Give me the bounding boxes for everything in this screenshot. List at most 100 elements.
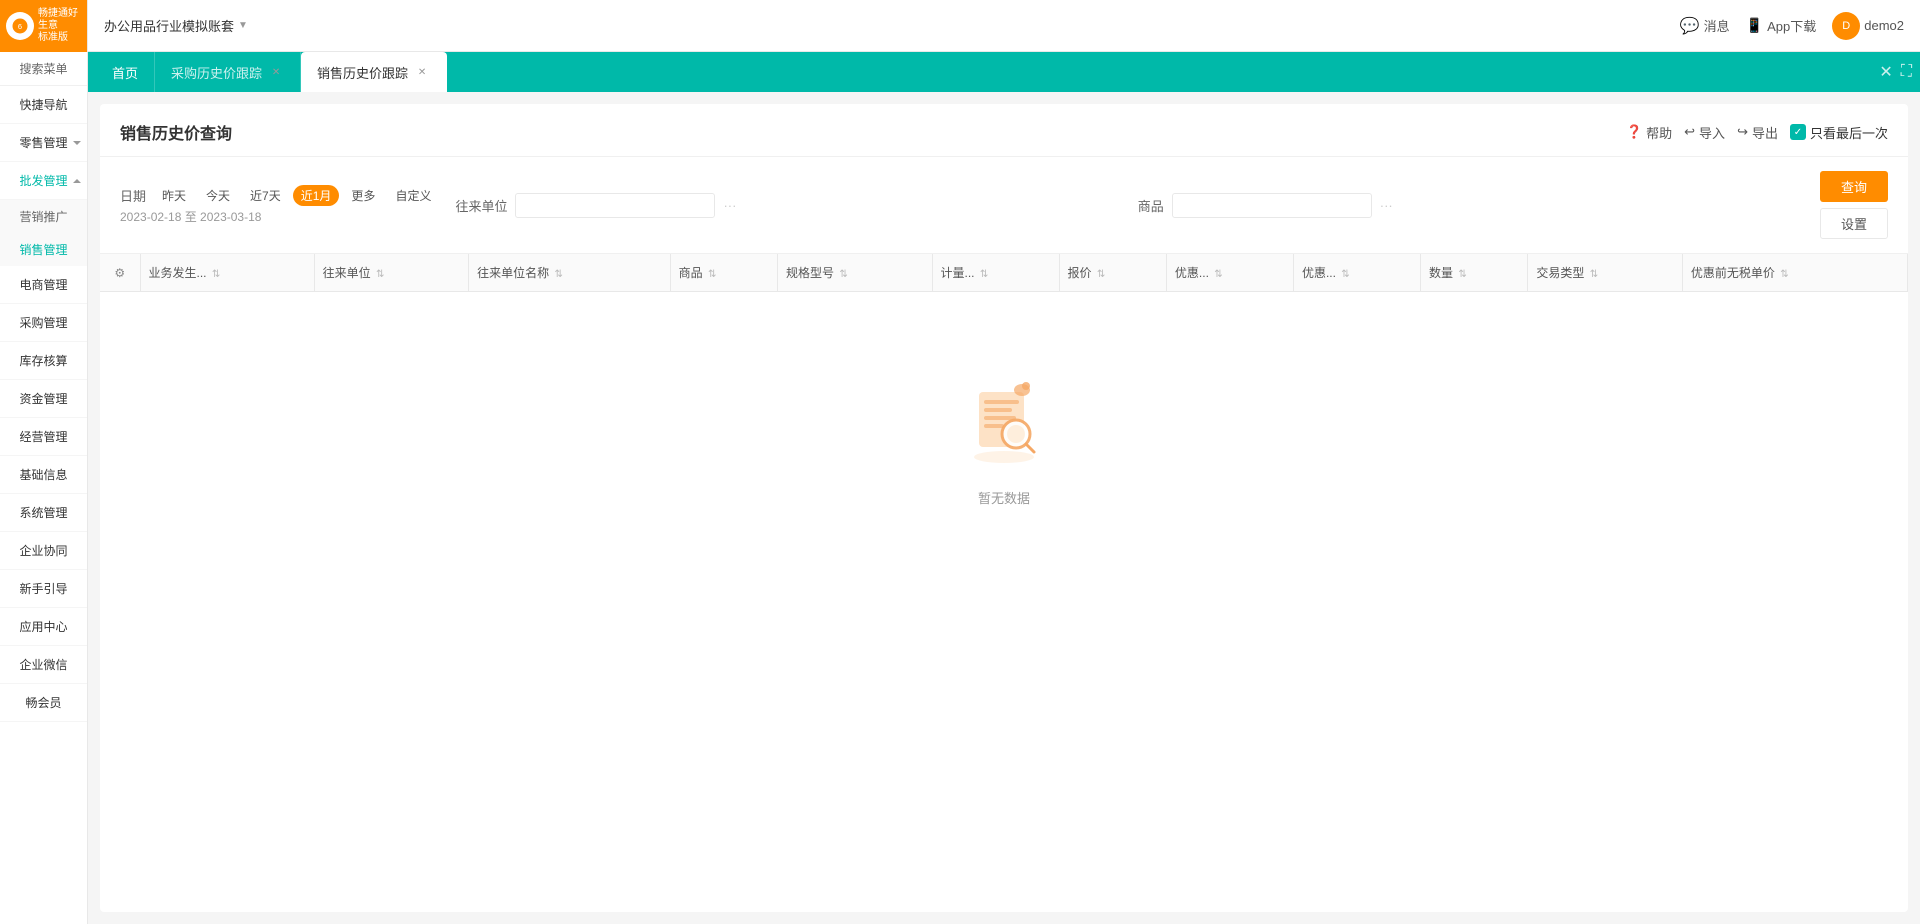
col-spec[interactable]: 规格型号 ⇅ bbox=[778, 254, 932, 292]
help-button[interactable]: ❓ 帮助 bbox=[1626, 123, 1672, 142]
date-filter-group: 日期 昨天 今天 近7天 近1月 更多 自定义 2023-02-18 至 202… bbox=[120, 185, 439, 225]
sidebar-item-guide[interactable]: 新手引导 bbox=[0, 570, 87, 608]
sidebar-item-quick-nav[interactable]: 快捷导航 bbox=[0, 86, 87, 124]
gear-icon[interactable]: ⚙ bbox=[114, 266, 125, 280]
sidebar-item-sales[interactable]: 销售管理 bbox=[0, 233, 87, 266]
empty-text: 暂无数据 bbox=[978, 488, 1030, 507]
partner-input[interactable] bbox=[515, 193, 715, 218]
sort-icon: ⇅ bbox=[554, 269, 562, 280]
purchase-history-tab-close[interactable]: ✕ bbox=[268, 64, 284, 80]
sales-history-tab-close[interactable]: ✕ bbox=[414, 64, 430, 80]
sidebar-item-label: 畅会员 bbox=[25, 694, 61, 711]
settings-button[interactable]: 设置 bbox=[1820, 208, 1888, 239]
sidebar-search[interactable]: 搜索菜单 bbox=[0, 52, 87, 86]
product-label: 商品 bbox=[1138, 196, 1164, 215]
maximize-button[interactable]: ⛶ bbox=[1901, 63, 1912, 81]
col-spec-label: 规格型号 bbox=[786, 266, 834, 280]
only-last-checkbox[interactable]: ✓ 只看最后一次 bbox=[1790, 123, 1888, 142]
date-option-last7[interactable]: 近7天 bbox=[242, 185, 289, 206]
main-area: 办公用品行业模拟账套 ▼ 💬 消息 📱 App下载 D demo2 首页 采购历… bbox=[88, 0, 1920, 924]
col-biz-date-label: 业务发生... bbox=[149, 266, 207, 280]
date-option-more[interactable]: 更多 bbox=[343, 185, 383, 206]
date-option-custom[interactable]: 自定义 bbox=[387, 185, 439, 206]
message-action[interactable]: 💬 消息 bbox=[1680, 16, 1730, 36]
app-download-action[interactable]: 📱 App下载 bbox=[1746, 16, 1817, 35]
help-label: 帮助 bbox=[1646, 123, 1672, 142]
sales-history-tab-label: 销售历史价跟踪 bbox=[317, 63, 408, 82]
sidebar-item-operation[interactable]: 经营管理 bbox=[0, 418, 87, 456]
sidebar-item-retail[interactable]: 零售管理 bbox=[0, 124, 87, 162]
tab-home[interactable]: 首页 bbox=[96, 52, 155, 92]
sort-icon: ⇅ bbox=[839, 269, 847, 280]
sort-icon: ⇅ bbox=[1458, 269, 1466, 280]
product-filter-group: 商品 ··· bbox=[1138, 193, 1804, 218]
sort-icon: ⇅ bbox=[1341, 269, 1349, 280]
col-product[interactable]: 商品 ⇅ bbox=[670, 254, 777, 292]
col-quantity[interactable]: 数量 ⇅ bbox=[1420, 254, 1527, 292]
sidebar-item-label: 企业微信 bbox=[19, 656, 67, 673]
sidebar-item-ecommerce[interactable]: 电商管理 bbox=[0, 266, 87, 304]
date-range-display: 2023-02-18 至 2023-03-18 bbox=[120, 208, 439, 225]
col-unit[interactable]: 计量... ⇅ bbox=[932, 254, 1059, 292]
date-option-yesterday[interactable]: 昨天 bbox=[154, 185, 194, 206]
industry-selector[interactable]: 办公用品行业模拟账套 ▼ bbox=[104, 16, 248, 35]
col-quantity-label: 数量 bbox=[1429, 266, 1453, 280]
col-biz-date[interactable]: 业务发生... ⇅ bbox=[140, 254, 314, 292]
col-trade-type[interactable]: 交易类型 ⇅ bbox=[1528, 254, 1682, 292]
export-icon: ↪ bbox=[1737, 124, 1748, 140]
sidebar-item-label: 新手引导 bbox=[19, 580, 67, 597]
sidebar-item-enterprise[interactable]: 企业协同 bbox=[0, 532, 87, 570]
col-price[interactable]: 报价 ⇅ bbox=[1059, 254, 1166, 292]
col-product-label: 商品 bbox=[679, 266, 703, 280]
partner-label: 往来单位 bbox=[455, 196, 507, 215]
sidebar-item-wechat[interactable]: 企业微信 bbox=[0, 646, 87, 684]
sort-icon: ⇅ bbox=[212, 269, 220, 280]
col-partner-name[interactable]: 往来单位名称 ⇅ bbox=[469, 254, 671, 292]
close-tab-button[interactable]: ✕ bbox=[1879, 62, 1892, 82]
import-button[interactable]: ↩ 导入 bbox=[1684, 123, 1725, 142]
query-button[interactable]: 查询 bbox=[1820, 171, 1888, 202]
export-button[interactable]: ↪ 导出 bbox=[1737, 123, 1778, 142]
empty-state: 暂无数据 bbox=[100, 292, 1908, 587]
col-discount1[interactable]: 优惠... ⇅ bbox=[1166, 254, 1293, 292]
import-label: 导入 bbox=[1699, 123, 1725, 142]
query-buttons: 查询 设置 bbox=[1820, 171, 1888, 239]
page-card: 销售历史价查询 ❓ 帮助 ↩ 导入 ↪ 导出 ✓ bbox=[100, 104, 1908, 912]
sidebar-item-label: 库存核算 bbox=[19, 352, 67, 369]
sidebar-item-marketing[interactable]: 营销推广 bbox=[0, 200, 87, 233]
product-input[interactable] bbox=[1172, 193, 1372, 218]
col-settings[interactable]: ⚙ bbox=[100, 254, 140, 292]
sidebar-item-appstore[interactable]: 应用中心 bbox=[0, 608, 87, 646]
top-header: 办公用品行业模拟账套 ▼ 💬 消息 📱 App下载 D demo2 bbox=[88, 0, 1920, 52]
username: demo2 bbox=[1864, 18, 1904, 33]
sidebar-item-member[interactable]: 畅会员 bbox=[0, 684, 87, 722]
date-option-today[interactable]: 今天 bbox=[198, 185, 238, 206]
col-pre-tax-price[interactable]: 优惠前无税单价 ⇅ bbox=[1682, 254, 1907, 292]
partner-dots[interactable]: ··· bbox=[723, 198, 736, 213]
sidebar-item-label: 应用中心 bbox=[19, 618, 67, 635]
sidebar-item-inventory[interactable]: 库存核算 bbox=[0, 342, 87, 380]
date-options: 昨天 今天 近7天 近1月 更多 自定义 bbox=[154, 185, 439, 206]
date-option-last1m[interactable]: 近1月 bbox=[293, 185, 340, 206]
col-trade-type-label: 交易类型 bbox=[1536, 266, 1584, 280]
date-label: 日期 bbox=[120, 186, 146, 205]
sidebar-item-wholesale[interactable]: 批发管理 bbox=[0, 162, 87, 200]
col-partner-code-label: 往来单位 bbox=[323, 266, 371, 280]
col-discount2[interactable]: 优惠... ⇅ bbox=[1293, 254, 1420, 292]
sort-icon: ⇅ bbox=[708, 269, 716, 280]
sort-icon: ⇅ bbox=[1780, 269, 1788, 280]
sidebar-item-finance[interactable]: 资金管理 bbox=[0, 380, 87, 418]
col-discount2-label: 优惠... bbox=[1302, 266, 1336, 280]
tab-purchase-history[interactable]: 采购历史价跟踪 ✕ bbox=[155, 52, 301, 92]
sidebar-item-purchase[interactable]: 采购管理 bbox=[0, 304, 87, 342]
col-partner-code[interactable]: 往来单位 ⇅ bbox=[314, 254, 468, 292]
sidebar-item-basic[interactable]: 基础信息 bbox=[0, 456, 87, 494]
partner-filter-group: 往来单位 ··· bbox=[455, 193, 1121, 218]
product-dots[interactable]: ··· bbox=[1380, 198, 1393, 213]
svg-text:6: 6 bbox=[18, 22, 22, 31]
tab-sales-history[interactable]: 销售历史价跟踪 ✕ bbox=[301, 52, 447, 92]
sort-icon: ⇅ bbox=[1097, 269, 1105, 280]
sidebar-item-system[interactable]: 系统管理 bbox=[0, 494, 87, 532]
industry-label: 办公用品行业模拟账套 bbox=[104, 16, 234, 35]
user-profile[interactable]: D demo2 bbox=[1832, 12, 1904, 40]
